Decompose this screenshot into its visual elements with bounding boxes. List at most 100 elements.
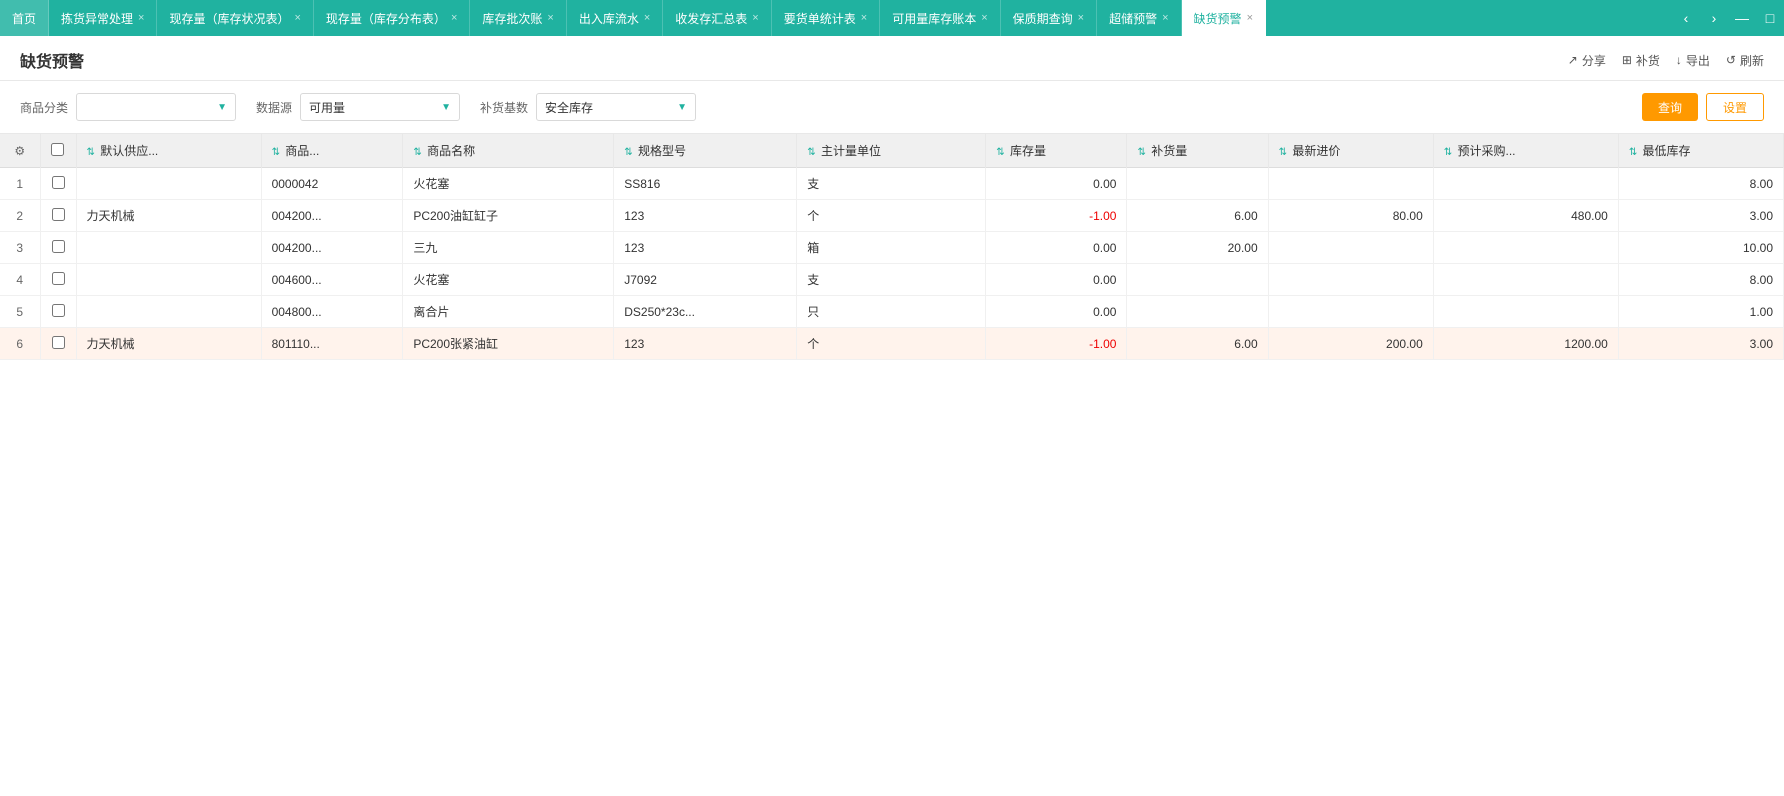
row-latest-price-3	[1268, 232, 1433, 264]
refresh-action[interactable]: ↺ 刷新	[1726, 52, 1764, 69]
row-num-3: 3	[0, 232, 40, 264]
row-estimated-purchase-6: 1200.00	[1433, 328, 1618, 360]
row-select-checkbox-4[interactable]	[52, 272, 65, 285]
row-stock-2: -1.00	[986, 200, 1127, 232]
tab-shortage-close[interactable]: ×	[1247, 12, 1253, 24]
tab-overstock[interactable]: 超储预警 ×	[1097, 0, 1181, 36]
row-select-checkbox-2[interactable]	[52, 208, 65, 221]
row-min-stock-2: 3.00	[1618, 200, 1783, 232]
tab-flow[interactable]: 出入库流水 ×	[567, 0, 663, 36]
replenish-base-select[interactable]: 安全库存 ▼	[536, 93, 696, 121]
row-stock-5: 0.00	[986, 296, 1127, 328]
th-default-supplier[interactable]: ⇅ 默认供应...	[76, 134, 261, 168]
gear-icon[interactable]: ⚙	[10, 144, 30, 158]
row-latest-price-2: 80.00	[1268, 200, 1433, 232]
settings-button[interactable]: 设置	[1706, 93, 1764, 121]
row-min-stock-5: 1.00	[1618, 296, 1783, 328]
row-spec-3: 123	[614, 232, 797, 264]
tab-batch[interactable]: 库存批次账 ×	[470, 0, 566, 36]
tab-shortage[interactable]: 缺货预警 ×	[1182, 0, 1266, 36]
th-product-name[interactable]: ⇅ 商品名称	[403, 134, 614, 168]
table-body: 1 0000042 火花塞 SS816 支 0.00 8.00 2 力天机械 0…	[0, 168, 1784, 360]
select-all-checkbox[interactable]	[51, 143, 64, 156]
tab-batch-close[interactable]: ×	[547, 12, 553, 24]
row-checkbox-1[interactable]	[40, 168, 76, 200]
row-select-checkbox-5[interactable]	[52, 304, 65, 317]
tab-next-btn[interactable]: ›	[1700, 0, 1728, 36]
category-chevron-icon: ▼	[217, 102, 227, 113]
tab-exception-close[interactable]: ×	[138, 12, 144, 24]
row-unit-2: 个	[797, 200, 986, 232]
tab-inventory-status-close[interactable]: ×	[294, 12, 300, 24]
row-num-6: 6	[0, 328, 40, 360]
sort-icon: ⇅	[1629, 147, 1637, 158]
row-name-2: PC200油缸缸子	[403, 200, 614, 232]
table-wrapper: ⚙ ⇅ 默认供应... ⇅ 商品... ⇅ 商品名称	[0, 134, 1784, 360]
tab-receive-summary[interactable]: 收发存汇总表 ×	[663, 0, 771, 36]
row-code-6: 801110...	[261, 328, 403, 360]
table-row: 2 力天机械 004200... PC200油缸缸子 123 个 -1.00 6…	[0, 200, 1784, 232]
row-checkbox-4[interactable]	[40, 264, 76, 296]
tab-flow-close[interactable]: ×	[644, 12, 650, 24]
tab-receive-summary-close[interactable]: ×	[752, 12, 758, 24]
row-select-checkbox-1[interactable]	[52, 176, 65, 189]
th-unit[interactable]: ⇅ 主计量单位	[797, 134, 986, 168]
row-checkbox-6[interactable]	[40, 328, 76, 360]
row-num-5: 5	[0, 296, 40, 328]
row-unit-6: 个	[797, 328, 986, 360]
tab-inventory-status[interactable]: 现存量（库存状况表） ×	[157, 0, 313, 36]
th-stock[interactable]: ⇅ 库存量	[986, 134, 1127, 168]
row-estimated-purchase-1	[1433, 168, 1618, 200]
row-checkbox-3[interactable]	[40, 232, 76, 264]
table-row: 6 力天机械 801110... PC200张紧油缸 123 个 -1.00 6…	[0, 328, 1784, 360]
row-replenish-qty-6: 6.00	[1127, 328, 1268, 360]
tab-inventory-dist-close[interactable]: ×	[451, 12, 457, 24]
table-row: 5 004800... 离合片 DS250*23c... 只 0.00 1.00	[0, 296, 1784, 328]
tab-overstock-close[interactable]: ×	[1162, 12, 1168, 24]
row-spec-1: SS816	[614, 168, 797, 200]
tab-home[interactable]: 首页	[0, 0, 49, 36]
row-spec-4: J7092	[614, 264, 797, 296]
tab-minimize-btn[interactable]: —	[1728, 0, 1756, 36]
tab-maximize-btn[interactable]: □	[1756, 0, 1784, 36]
th-estimated-purchase[interactable]: ⇅ 预计采购...	[1433, 134, 1618, 168]
row-select-checkbox-6[interactable]	[52, 336, 65, 349]
tab-expiry-close[interactable]: ×	[1078, 12, 1084, 24]
tab-requisition-close[interactable]: ×	[861, 12, 867, 24]
th-gear: ⚙	[0, 134, 40, 168]
row-checkbox-5[interactable]	[40, 296, 76, 328]
sort-icon: ⇅	[272, 147, 280, 158]
row-num-1: 1	[0, 168, 40, 200]
tab-available-ledger-close[interactable]: ×	[981, 12, 987, 24]
replenish-action[interactable]: ⊞ 补货	[1622, 52, 1660, 69]
tab-exception[interactable]: 拣货异常处理 ×	[49, 0, 157, 36]
category-filter-group: 商品分类 ▼	[20, 93, 236, 121]
row-code-3: 004200...	[261, 232, 403, 264]
th-replenish-qty[interactable]: ⇅ 补货量	[1127, 134, 1268, 168]
th-spec[interactable]: ⇅ 规格型号	[614, 134, 797, 168]
tab-available-ledger[interactable]: 可用量库存账本 ×	[880, 0, 1000, 36]
tab-expiry[interactable]: 保质期查询 ×	[1001, 0, 1097, 36]
row-code-4: 004600...	[261, 264, 403, 296]
row-select-checkbox-3[interactable]	[52, 240, 65, 253]
row-supplier-3	[76, 232, 261, 264]
sort-icon: ⇅	[413, 147, 421, 158]
category-select[interactable]: ▼	[76, 93, 236, 121]
datasource-filter-group: 数据源 可用量 ▼	[256, 93, 460, 121]
tab-requisition[interactable]: 要货单统计表 ×	[772, 0, 880, 36]
th-min-stock[interactable]: ⇅ 最低库存	[1618, 134, 1783, 168]
export-action[interactable]: ↓ 导出	[1676, 52, 1710, 69]
refresh-icon: ↺	[1726, 53, 1736, 67]
row-num-2: 2	[0, 200, 40, 232]
share-action[interactable]: ↗ 分享	[1568, 52, 1606, 69]
datasource-select[interactable]: 可用量 ▼	[300, 93, 460, 121]
row-checkbox-2[interactable]	[40, 200, 76, 232]
row-name-4: 火花塞	[403, 264, 614, 296]
query-button[interactable]: 查询	[1642, 93, 1698, 121]
tab-inventory-dist[interactable]: 现存量（库存分布表） ×	[314, 0, 470, 36]
th-latest-price[interactable]: ⇅ 最新进价	[1268, 134, 1433, 168]
th-product-code[interactable]: ⇅ 商品...	[261, 134, 403, 168]
page-content: 缺货预警 ↗ 分享 ⊞ 补货 ↓ 导出 ↺ 刷新 商品分类	[0, 36, 1784, 796]
row-replenish-qty-4	[1127, 264, 1268, 296]
tab-prev-btn[interactable]: ‹	[1672, 0, 1700, 36]
